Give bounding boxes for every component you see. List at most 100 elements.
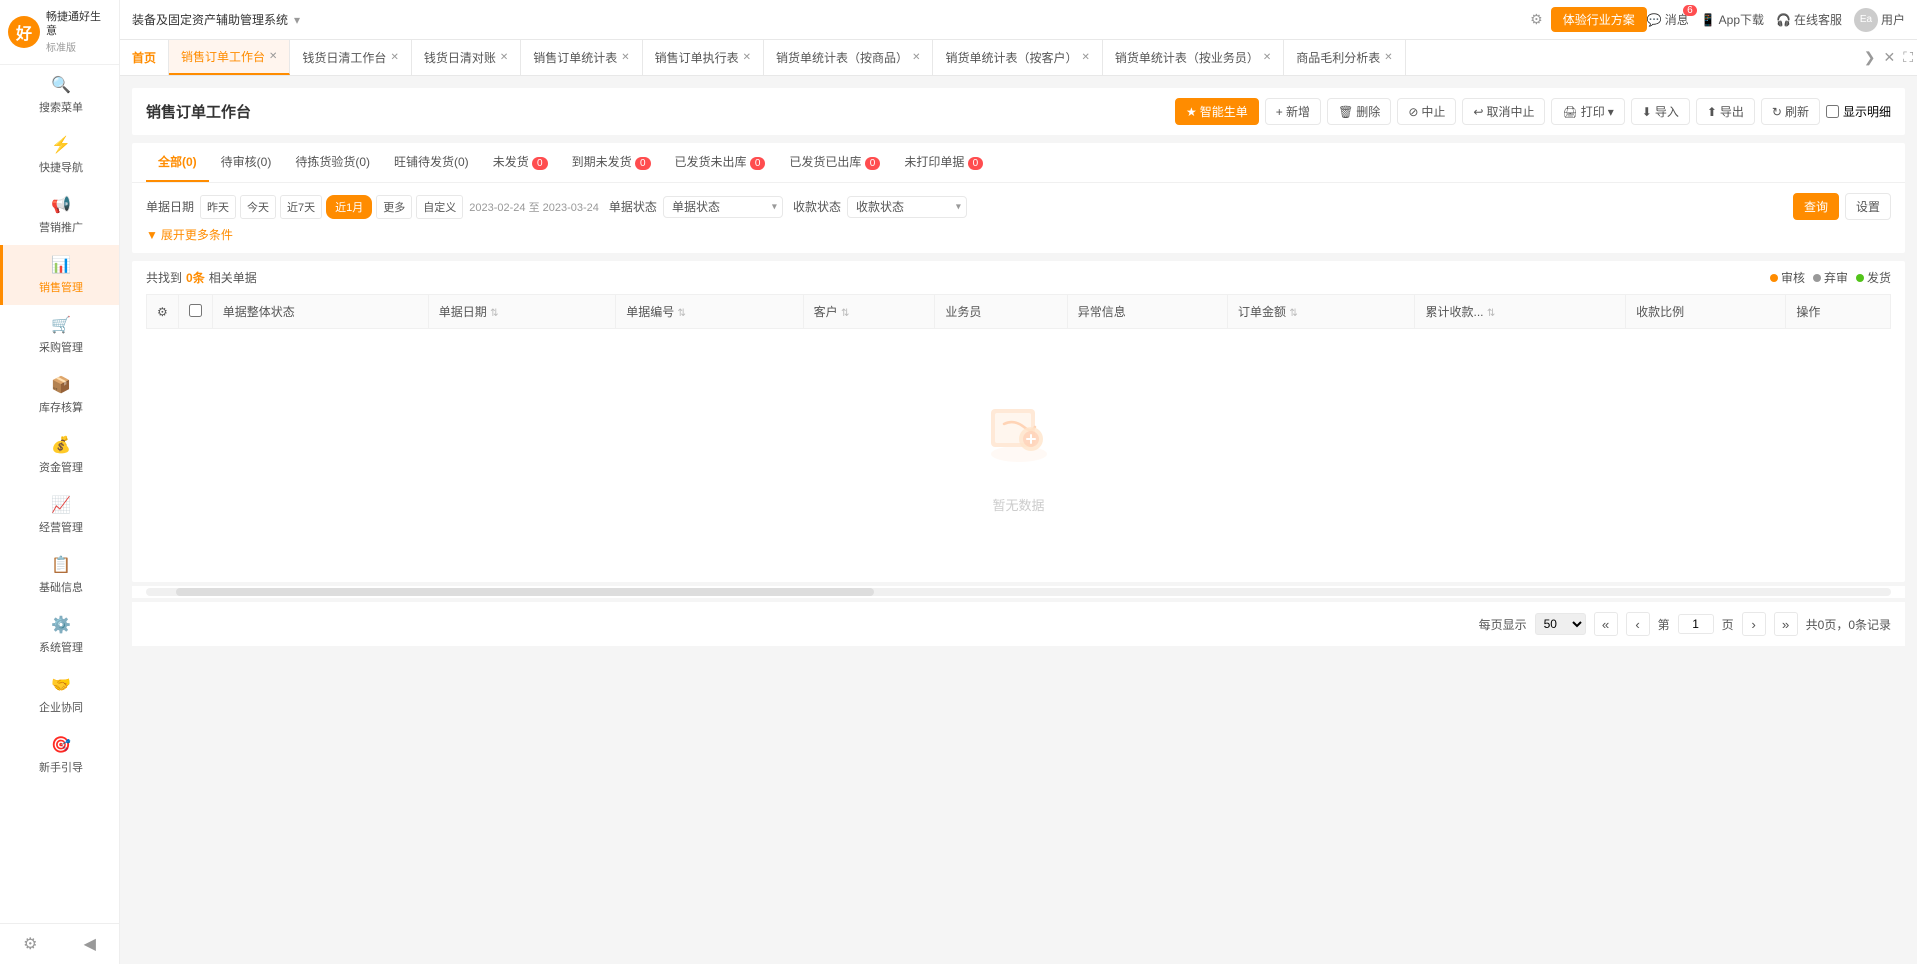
close-icon[interactable]: ✕ xyxy=(621,52,629,63)
filter-tab-wangpu[interactable]: 旺铺待发货(0) xyxy=(382,143,481,182)
smart-create-button[interactable]: ★ 智能生单 xyxy=(1175,98,1259,125)
close-icon[interactable]: ✕ xyxy=(500,52,508,63)
sidebar-item-quick-nav[interactable]: ⚡ 快捷导航 xyxy=(0,125,119,185)
th-collected[interactable]: 累计收款... ⇅ xyxy=(1415,295,1626,329)
import-icon: ⬇ xyxy=(1642,105,1652,119)
sidebar-item-search[interactable]: 🔍 搜索菜单 xyxy=(0,65,119,125)
sidebar-item-guide[interactable]: 🎯 新手引导 xyxy=(0,725,119,785)
cancel-stop-label: 取消中止 xyxy=(1486,103,1534,120)
new-button[interactable]: + 新增 xyxy=(1265,98,1321,125)
th-date[interactable]: 单据日期 ⇅ xyxy=(428,295,615,329)
status-select[interactable]: 单据状态 xyxy=(663,196,783,218)
tab-sales-by-goods[interactable]: 销货单统计表（按商品） ✕ xyxy=(764,40,933,75)
th-action: 操作 xyxy=(1786,295,1891,329)
sidebar-item-marketing[interactable]: 📢 营销推广 xyxy=(0,185,119,245)
print-button[interactable]: 🖨 打印 ▾ xyxy=(1551,98,1624,125)
close-icon[interactable]: ✕ xyxy=(1263,52,1271,63)
tab-sales-stats[interactable]: 销售订单统计表 ✕ xyxy=(521,40,642,75)
tabs-close-all-icon[interactable]: ✕ xyxy=(1879,49,1899,66)
filter-tab-all[interactable]: 全部(0) xyxy=(146,143,209,182)
show-detail-checkbox[interactable]: 显示明细 xyxy=(1826,103,1891,120)
filter-tab-shipped-not-out[interactable]: 已发货未出库 0 xyxy=(663,143,778,182)
date-today[interactable]: 今天 xyxy=(240,195,276,219)
user-button[interactable]: Ea 用户 xyxy=(1854,8,1905,32)
per-page-select[interactable]: 50 100 xyxy=(1535,613,1586,635)
import-button[interactable]: ⬇ 导入 xyxy=(1631,98,1690,125)
next-page-button[interactable]: › xyxy=(1742,612,1766,636)
last-page-button[interactable]: » xyxy=(1774,612,1798,636)
filter-tab-shipped-out[interactable]: 已发货已出库 0 xyxy=(777,143,892,182)
close-icon[interactable]: ✕ xyxy=(269,51,277,62)
app-download-button[interactable]: 📱 App下载 xyxy=(1701,11,1764,28)
filter-tab-expired[interactable]: 到期未发货 0 xyxy=(560,143,663,182)
select-all-checkbox[interactable] xyxy=(189,304,202,317)
first-page-button[interactable]: « xyxy=(1594,612,1618,636)
export-button[interactable]: ⬆ 导出 xyxy=(1696,98,1755,125)
sidebar-item-enterprise[interactable]: 🤝 企业协同 xyxy=(0,665,119,725)
close-icon[interactable]: ✕ xyxy=(912,52,920,63)
settings-bottom-icon[interactable]: ⚙ xyxy=(23,934,37,954)
tab-cash-account[interactable]: 钱货日清对账 ✕ xyxy=(412,40,521,75)
ship-action-button[interactable]: 发货 xyxy=(1856,269,1891,286)
tab-goods-margin[interactable]: 商品毛利分析表 ✕ xyxy=(1284,40,1405,75)
close-icon[interactable]: ✕ xyxy=(743,52,751,63)
industry-button[interactable]: 体验行业方案 xyxy=(1551,7,1647,32)
date-1month[interactable]: 近1月 xyxy=(326,195,372,219)
date-buttons: 昨天 今天 近7天 近1月 更多 自定义 xyxy=(200,195,463,219)
tab-home[interactable]: 首页 xyxy=(120,40,169,75)
tab-label: 销货单统计表（按商品） xyxy=(776,49,908,66)
th-number[interactable]: 单据编号 ⇅ xyxy=(616,295,803,329)
sidebar-item-basic[interactable]: 📋 基础信息 xyxy=(0,545,119,605)
date-custom[interactable]: 自定义 xyxy=(416,195,463,219)
expand-button[interactable]: ▼ 展开更多条件 xyxy=(146,226,1891,243)
collapse-icon[interactable]: ◀ xyxy=(84,934,96,954)
tab-sales-by-staff[interactable]: 销货单统计表（按业务员） ✕ xyxy=(1103,40,1284,75)
refresh-button[interactable]: ↻ 刷新 xyxy=(1761,98,1820,125)
sidebar-item-purchase[interactable]: 🛒 采购管理 xyxy=(0,305,119,365)
review-action-button[interactable]: 审核 xyxy=(1770,269,1805,286)
online-service-button[interactable]: 🎧 在线客服 xyxy=(1776,11,1842,28)
filter-tab-pending-review[interactable]: 待审核(0) xyxy=(209,143,284,182)
cancel-stop-button[interactable]: ↩ 取消中止 xyxy=(1462,98,1545,125)
sidebar-item-inventory[interactable]: 📦 库存核算 xyxy=(0,365,119,425)
filter-tab-not-printed[interactable]: 未打印单据 0 xyxy=(892,143,995,182)
tab-sales-by-customer[interactable]: 销货单统计表（按客户） ✕ xyxy=(933,40,1102,75)
date-7days[interactable]: 近7天 xyxy=(280,195,322,219)
page-input[interactable] xyxy=(1678,614,1714,634)
show-detail-input[interactable] xyxy=(1826,105,1839,118)
filter-tab-not-shipped[interactable]: 未发货 0 xyxy=(481,143,560,182)
tab-sales-execute[interactable]: 销售订单执行表 ✕ xyxy=(643,40,764,75)
cancel-review-action-button[interactable]: 弃审 xyxy=(1813,269,1848,286)
payment-select[interactable]: 收款状态 xyxy=(847,196,967,218)
tabs-fullscreen-icon[interactable]: ⛶ xyxy=(1899,49,1917,66)
tab-cash-daily[interactable]: 钱货日清工作台 ✕ xyxy=(290,40,411,75)
sidebar-item-sales[interactable]: 📊 销售管理 xyxy=(0,245,119,305)
gear-icon[interactable]: ⚙ xyxy=(1530,11,1543,28)
date-yesterday[interactable]: 昨天 xyxy=(200,195,236,219)
sidebar: 好 畅捷通好生意 标准版 🔍 搜索菜单 ⚡ 快捷导航 📢 营销推广 📊 销售管理… xyxy=(0,0,120,964)
scroll-track[interactable] xyxy=(146,588,1891,596)
tab-sales-order[interactable]: 销售订单工作台 ✕ xyxy=(169,40,290,75)
sidebar-item-operation[interactable]: 📈 经营管理 xyxy=(0,485,119,545)
prev-page-button[interactable]: ‹ xyxy=(1626,612,1650,636)
date-more[interactable]: 更多 xyxy=(376,195,412,219)
delete-button[interactable]: 🗑 删除 xyxy=(1327,98,1391,125)
stop-button[interactable]: ⊘ 中止 xyxy=(1397,98,1456,125)
settings-button[interactable]: 设置 xyxy=(1845,193,1891,220)
close-icon[interactable]: ✕ xyxy=(1081,52,1089,63)
sidebar-item-system[interactable]: ⚙️ 系统管理 xyxy=(0,605,119,665)
settings-icon[interactable]: ⚙ xyxy=(157,305,168,319)
sidebar-item-finance[interactable]: 💰 资金管理 xyxy=(0,425,119,485)
cancel-stop-icon: ↩ xyxy=(1473,105,1483,119)
tabs-more-icon[interactable]: ❯ xyxy=(1860,49,1880,66)
scroll-thumb[interactable] xyxy=(176,588,874,596)
close-icon[interactable]: ✕ xyxy=(1384,52,1392,63)
th-amount[interactable]: 订单金额 ⇅ xyxy=(1228,295,1415,329)
dropdown-icon[interactable]: ▾ xyxy=(294,13,300,27)
messages-button[interactable]: 💬 消息 6 xyxy=(1647,11,1689,28)
th-customer[interactable]: 客户 ⇅ xyxy=(803,295,935,329)
refresh-icon: ↻ xyxy=(1772,105,1782,119)
close-icon[interactable]: ✕ xyxy=(390,52,398,63)
query-button[interactable]: 查询 xyxy=(1793,193,1839,220)
filter-tab-pending-inspect[interactable]: 待拣货验货(0) xyxy=(283,143,382,182)
